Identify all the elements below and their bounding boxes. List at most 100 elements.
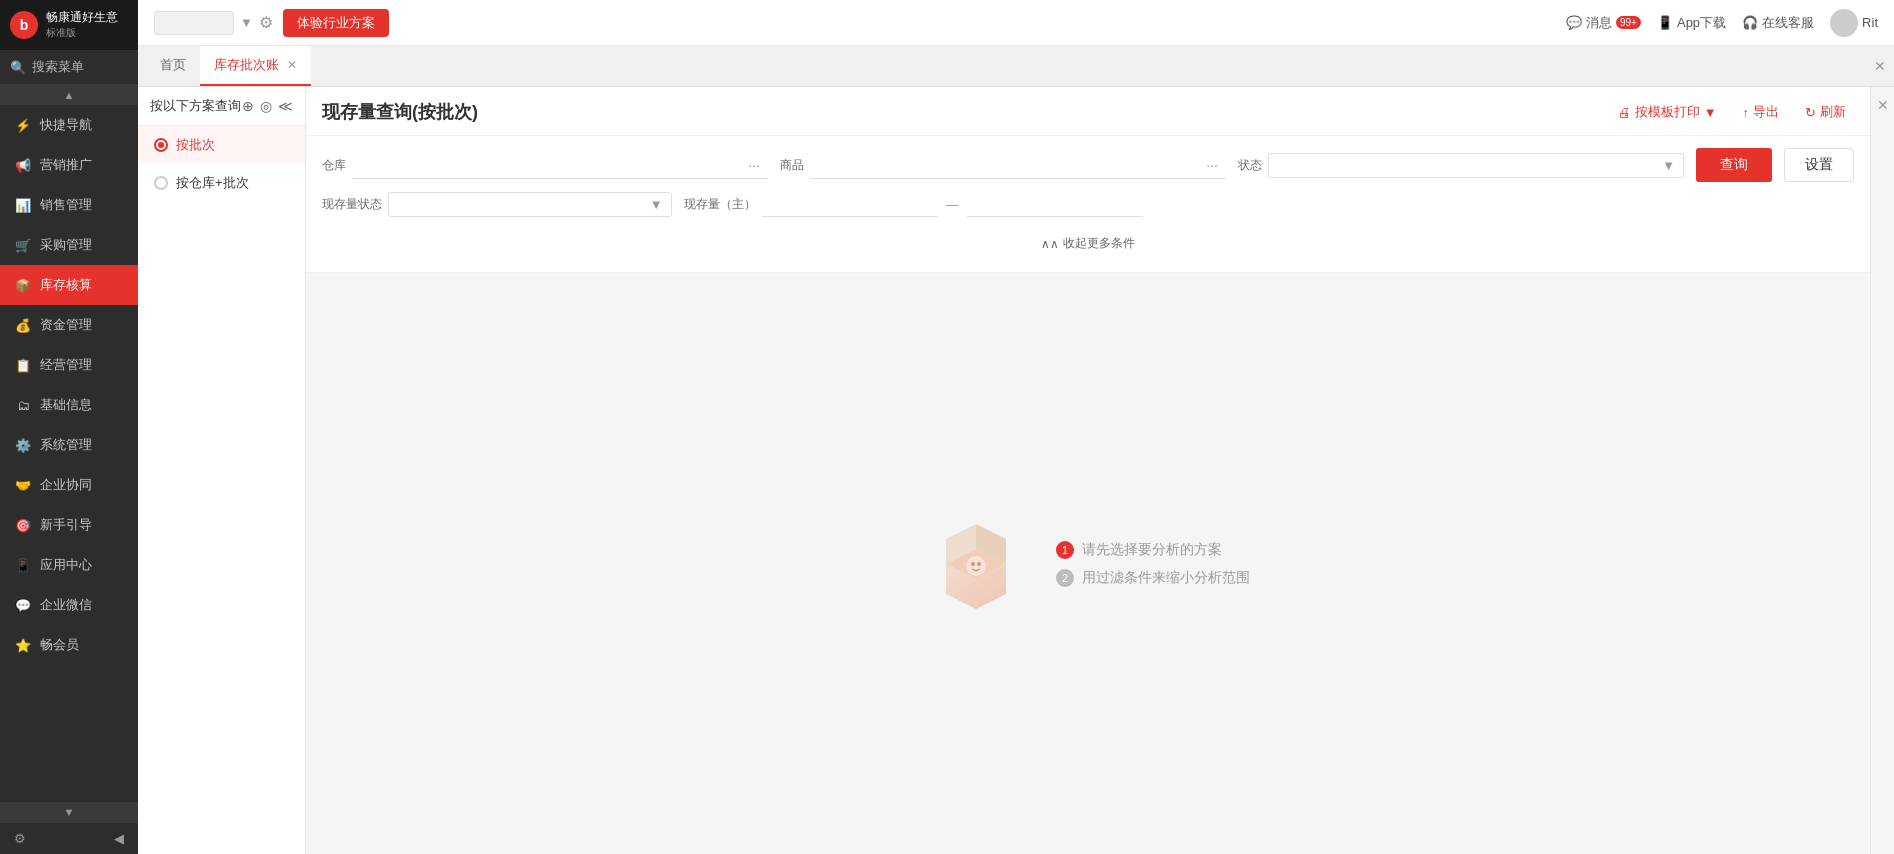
scroll-up-button[interactable]: ▲: [0, 85, 138, 105]
sidebar-item-label: 营销推广: [40, 156, 92, 174]
empty-hint-2: 2 用过滤条件来缩小分析范围: [1056, 569, 1250, 587]
app-download-label: App下载: [1677, 14, 1726, 32]
tab-inventory-batch[interactable]: 库存批次账 ✕: [200, 46, 311, 86]
user-name: Rit: [1862, 15, 1878, 30]
search-icon: 🔍: [10, 60, 26, 75]
product-input-area[interactable]: ···: [810, 151, 1226, 179]
status-label: 状态: [1238, 157, 1262, 174]
sidebar-item-enterprise[interactable]: 🤝 企业协同: [0, 465, 138, 505]
warehouse-dots-btn[interactable]: ···: [746, 157, 762, 173]
svg-point-5: [971, 562, 975, 566]
filter-warehouse: 仓库 ···: [322, 151, 768, 179]
tabs-close-all-button[interactable]: ✕: [1874, 58, 1886, 74]
collapse-filters-btn[interactable]: ∧∧ 收起更多条件: [322, 227, 1854, 260]
product-label: 商品: [780, 157, 804, 174]
messages-label: 消息: [1586, 14, 1612, 32]
scroll-down-button[interactable]: ▼: [0, 802, 138, 822]
main-content: 现存量查询(按批次) 🖨 按模板打印 ▼ ↑ 导出 ↻ 刷新: [306, 87, 1870, 854]
plan-by-warehouse-batch-label: 按仓库+批次: [176, 174, 249, 192]
filter-inventory-qty: 现存量（主） —: [684, 193, 1143, 217]
status-dropdown-icon: ▼: [1662, 158, 1675, 173]
sidebar-item-guide[interactable]: 🎯 新手引导: [0, 505, 138, 545]
print-btn[interactable]: 🖨 按模板打印 ▼: [1610, 99, 1725, 125]
plan-item-by-warehouse-batch[interactable]: 按仓库+批次: [138, 164, 305, 202]
user-profile-btn[interactable]: Rit: [1830, 9, 1878, 37]
sales-icon: 📊: [14, 196, 32, 214]
refresh-icon: ↻: [1805, 105, 1816, 120]
right-close-panel[interactable]: ✕: [1870, 87, 1894, 854]
sidebar-item-label: 企业微信: [40, 596, 92, 614]
main-area: ▼ ⚙ 体验行业方案 💬 消息 99+ 📱 App下载 🎧 在线客服 Rit: [138, 0, 1894, 854]
content-area: 按以下方案查询 ⊕ ◎ ≪ 按批次 按仓库+批次 现存量查询(按批次): [138, 87, 1894, 854]
filter-row-2: 现存量状态 ▼ 现存量（主） —: [322, 192, 1854, 217]
status-select[interactable]: ▼: [1268, 153, 1684, 178]
refresh-btn[interactable]: ↻ 刷新: [1797, 99, 1854, 125]
sidebar-item-basic[interactable]: 🗂 基础信息: [0, 385, 138, 425]
query-button[interactable]: 查询: [1696, 148, 1772, 182]
sidebar-item-purchase[interactable]: 🛒 采购管理: [0, 225, 138, 265]
sidebar-item-apps[interactable]: 📱 应用中心: [0, 545, 138, 585]
inventory-qty-label: 现存量（主）: [684, 196, 756, 213]
topbar-search-box[interactable]: [154, 11, 234, 35]
sidebar-item-member[interactable]: ⭐ 畅会员: [0, 625, 138, 665]
apps-icon: 📱: [14, 556, 32, 574]
search-menu-button[interactable]: 🔍 搜索菜单: [10, 58, 128, 76]
sidebar-item-operations[interactable]: 📋 经营管理: [0, 345, 138, 385]
refresh-label: 刷新: [1820, 103, 1846, 121]
app-download-btn[interactable]: 📱 App下载: [1657, 14, 1726, 32]
member-icon: ⭐: [14, 636, 32, 654]
inventory-qty-from[interactable]: [762, 193, 938, 217]
tab-close-icon[interactable]: ✕: [287, 58, 297, 72]
online-service-btn[interactable]: 🎧 在线客服: [1742, 14, 1814, 32]
print-dropdown-icon[interactable]: ▼: [1704, 105, 1717, 120]
sidebar-item-quick-nav[interactable]: ⚡ 快捷导航: [0, 105, 138, 145]
tab-home[interactable]: 首页: [146, 46, 200, 86]
hint-text-2: 用过滤条件来缩小分析范围: [1082, 569, 1250, 587]
sidebar-item-finance[interactable]: 💰 资金管理: [0, 305, 138, 345]
sidebar-item-label: 资金管理: [40, 316, 92, 334]
tab-inventory-batch-label: 库存批次账: [214, 56, 279, 74]
filter-status: 状态 ▼: [1238, 153, 1684, 178]
plan-settings-icon[interactable]: ◎: [260, 98, 272, 114]
sidebar-item-marketing[interactable]: 📢 营销推广: [0, 145, 138, 185]
experience-btn[interactable]: 体验行业方案: [283, 9, 389, 37]
warehouse-input[interactable]: [358, 153, 746, 176]
right-close-icon[interactable]: ✕: [1877, 97, 1889, 113]
sidebar-item-inventory[interactable]: 📦 库存核算: [0, 265, 138, 305]
online-service-label: 在线客服: [1762, 14, 1814, 32]
settings-footer-icon[interactable]: ⚙: [14, 831, 26, 846]
messages-icon: 💬: [1566, 15, 1582, 30]
marketing-icon: 📢: [14, 156, 32, 174]
settings-topbar-icon[interactable]: ⚙: [259, 13, 273, 32]
sidebar-item-sales[interactable]: 📊 销售管理: [0, 185, 138, 225]
messages-btn[interactable]: 💬 消息 99+: [1566, 14, 1641, 32]
left-panel-title: 按以下方案查询: [150, 97, 241, 115]
sidebar-item-system[interactable]: ⚙️ 系统管理: [0, 425, 138, 465]
collapse-panel-icon[interactable]: ≪: [278, 98, 293, 114]
topbar-left: ▼ ⚙ 体验行业方案: [154, 9, 389, 37]
settings-button[interactable]: 设置: [1784, 148, 1854, 182]
empty-hints: 1 请先选择要分析的方案 2 用过滤条件来缩小分析范围: [1056, 541, 1250, 587]
topbar-search-area: ▼ ⚙: [154, 11, 273, 35]
inventory-status-label: 现存量状态: [322, 196, 382, 213]
add-plan-icon[interactable]: ⊕: [242, 98, 254, 114]
radio-by-batch: [154, 138, 168, 152]
left-panel-header: 按以下方案查询 ⊕ ◎ ≪: [138, 87, 305, 126]
inventory-status-select[interactable]: ▼: [388, 192, 672, 217]
sidebar-item-wechat[interactable]: 💬 企业微信: [0, 585, 138, 625]
sidebar-search-area[interactable]: 🔍 搜索菜单: [0, 50, 138, 85]
dropdown-icon[interactable]: ▼: [240, 15, 253, 30]
product-input[interactable]: [816, 153, 1204, 176]
inventory-qty-to[interactable]: [967, 193, 1143, 217]
plan-item-by-batch[interactable]: 按批次: [138, 126, 305, 164]
product-dots-btn[interactable]: ···: [1204, 157, 1220, 173]
sidebar-item-label: 快捷导航: [40, 116, 92, 134]
sidebar-footer: ⚙ ◀: [0, 822, 138, 854]
export-btn[interactable]: ↑ 导出: [1735, 99, 1788, 125]
collapse-chevron-icon: ∧∧: [1041, 237, 1059, 251]
inventory-qty-separator: —: [946, 197, 959, 212]
collapse-sidebar-icon[interactable]: ◀: [114, 831, 124, 846]
tabs-bar: 首页 库存批次账 ✕ ✕: [138, 46, 1894, 87]
warehouse-input-area[interactable]: ···: [352, 151, 768, 179]
page-title: 现存量查询(按批次): [322, 100, 478, 124]
